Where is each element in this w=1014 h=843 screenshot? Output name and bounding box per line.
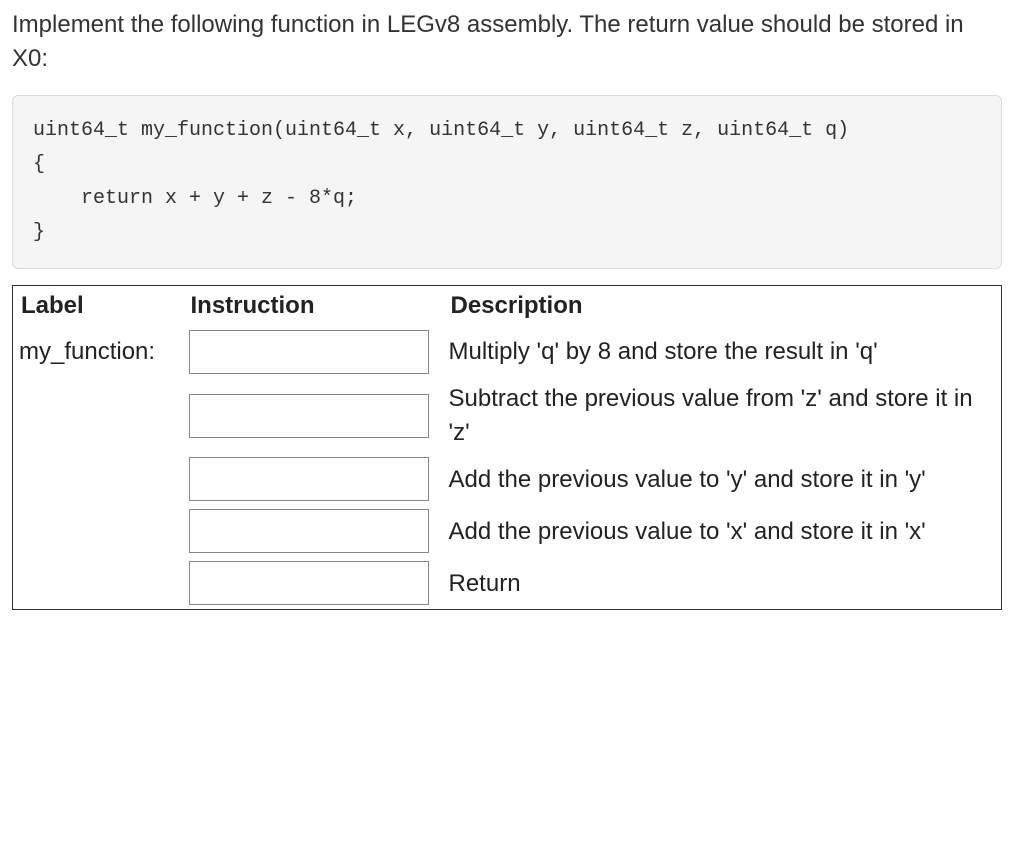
instruction-input[interactable] — [189, 330, 429, 374]
row-label — [13, 378, 183, 453]
row-instruction-cell — [183, 505, 443, 557]
prompt-text: Implement the following function in LEGv… — [12, 8, 1002, 75]
row-label — [13, 557, 183, 610]
row-description: Multiply 'q' by 8 and store the result i… — [443, 326, 1002, 378]
row-instruction-cell — [183, 557, 443, 610]
code-block: uint64_t my_function(uint64_t x, uint64_… — [12, 95, 1002, 269]
table-row: Subtract the previous value from 'z' and… — [13, 378, 1002, 453]
row-instruction-cell — [183, 326, 443, 378]
table-row: Add the previous value to 'y' and store … — [13, 453, 1002, 505]
instruction-input[interactable] — [189, 394, 429, 438]
header-description: Description — [443, 286, 1002, 327]
header-instruction: Instruction — [183, 286, 443, 327]
row-description: Add the previous value to 'y' and store … — [443, 453, 1002, 505]
row-label — [13, 505, 183, 557]
table-row: my_function: Multiply 'q' by 8 and store… — [13, 326, 1002, 378]
instruction-input[interactable] — [189, 457, 429, 501]
row-description: Return — [443, 557, 1002, 610]
header-label: Label — [13, 286, 183, 327]
row-instruction-cell — [183, 378, 443, 453]
instruction-input[interactable] — [189, 509, 429, 553]
table-row: Return — [13, 557, 1002, 610]
table-row: Add the previous value to 'x' and store … — [13, 505, 1002, 557]
answer-table: Label Instruction Description my_functio… — [12, 285, 1002, 610]
row-description: Subtract the previous value from 'z' and… — [443, 378, 1002, 453]
row-label: my_function: — [13, 326, 183, 378]
row-label — [13, 453, 183, 505]
row-description: Add the previous value to 'x' and store … — [443, 505, 1002, 557]
instruction-input[interactable] — [189, 561, 429, 605]
row-instruction-cell — [183, 453, 443, 505]
